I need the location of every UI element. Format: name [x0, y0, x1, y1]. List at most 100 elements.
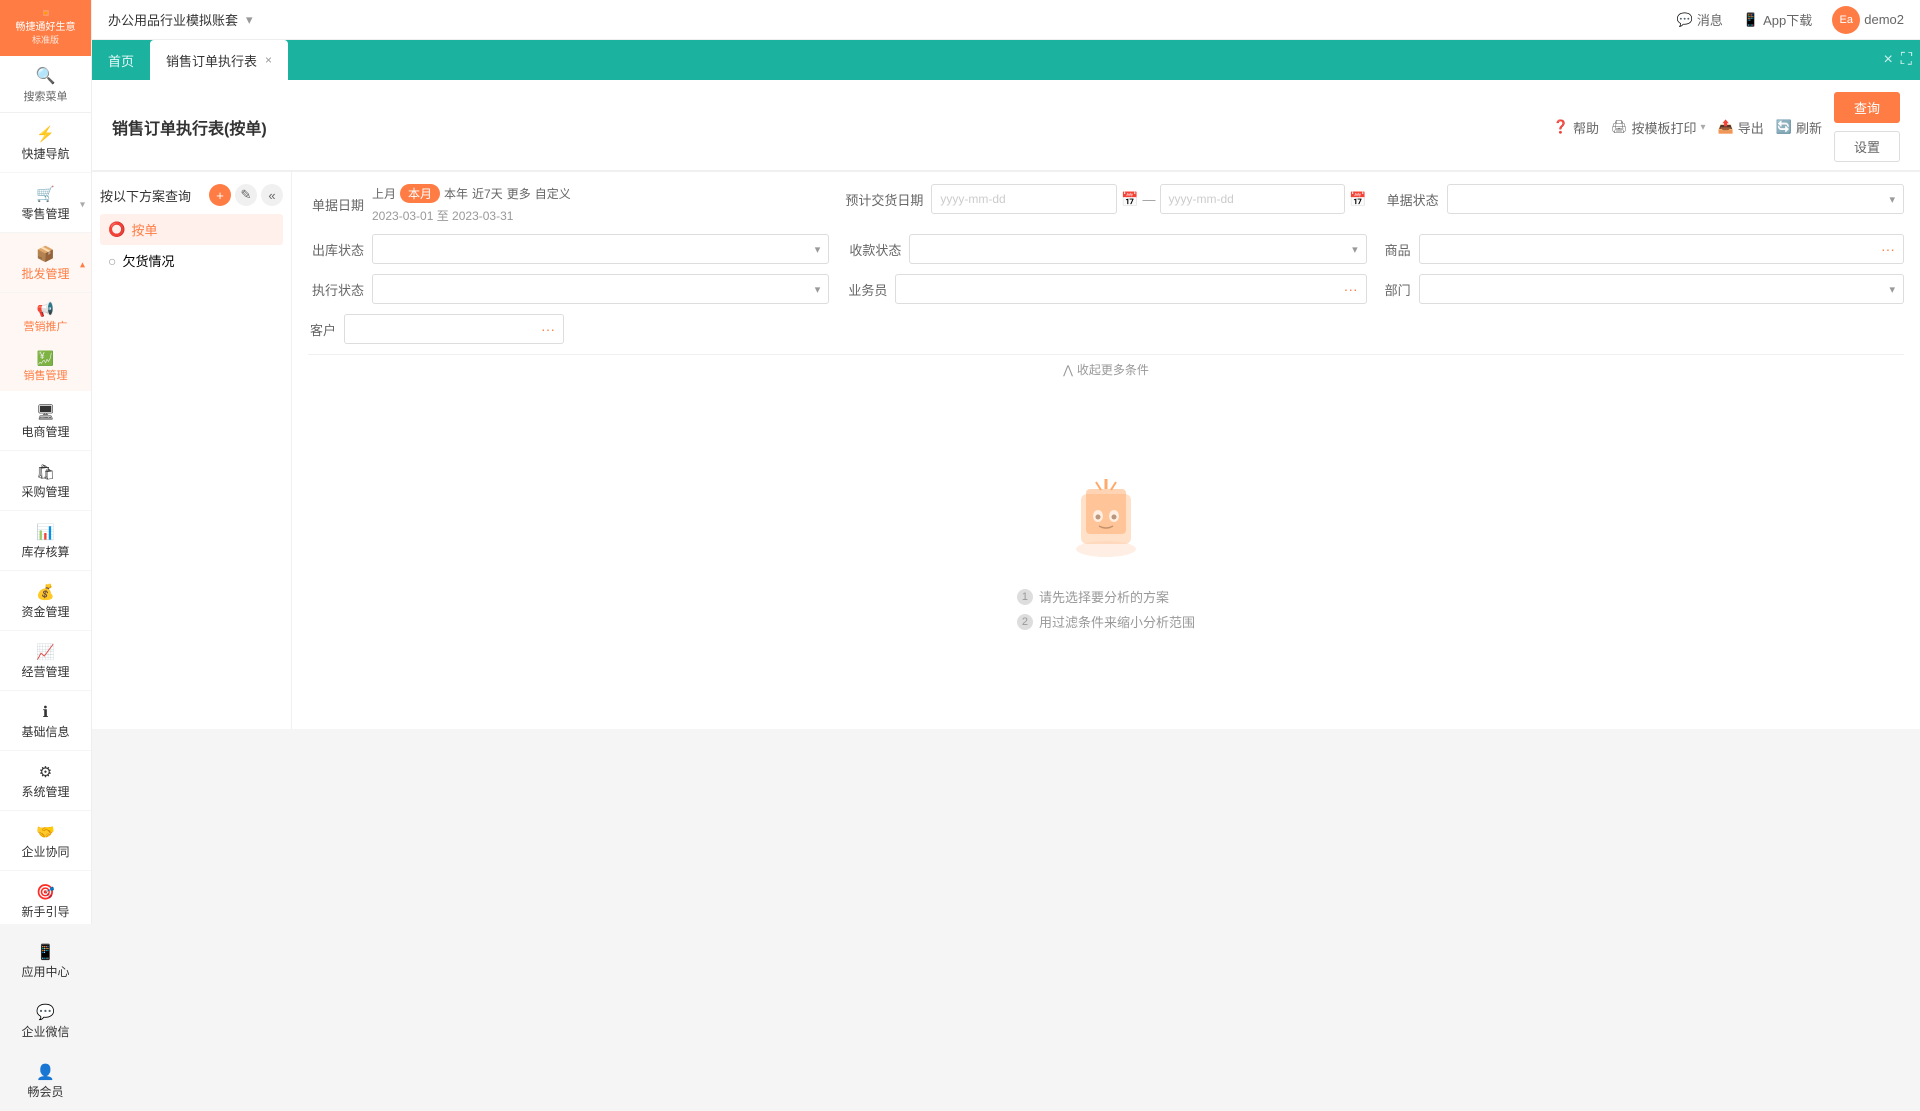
sidebar-item-member[interactable]: 👤 畅会员: [0, 1051, 91, 1111]
left-panel-item-by-order[interactable]: ⭕ 按单: [100, 214, 283, 245]
goods-input[interactable]: ···: [1419, 234, 1904, 264]
sidebar-item-finance[interactable]: 💰 资金管理: [0, 571, 91, 631]
query-button[interactable]: 查询: [1834, 92, 1900, 123]
expected-delivery-start-placeholder: yyyy-mm-dd: [940, 192, 1005, 206]
date-quick-7days[interactable]: 近7天: [472, 185, 503, 202]
empty-svg: [1056, 464, 1156, 564]
dept-select[interactable]: ▾: [1419, 274, 1904, 304]
customer-label: 客户: [308, 320, 336, 339]
corp-wx-icon: 💬: [36, 1003, 55, 1021]
refresh-button[interactable]: 🔄 刷新: [1776, 118, 1822, 137]
sidebar-item-inventory[interactable]: 📊 库存核算: [0, 511, 91, 571]
expected-delivery-end-input[interactable]: yyyy-mm-dd: [1160, 184, 1346, 214]
sidebar-item-system[interactable]: ⚙ 系统管理: [0, 751, 91, 811]
left-panel-collapse-btn[interactable]: «: [261, 184, 283, 206]
date-quick-more[interactable]: 更多: [507, 185, 531, 202]
left-panel-item-backorder[interactable]: ○ 欠货情况: [100, 245, 283, 276]
export-button[interactable]: 📤 导出: [1718, 118, 1764, 137]
doc-date-label: 单据日期: [308, 195, 364, 214]
export-icon: 📤: [1718, 119, 1734, 135]
system-icon: ⚙: [39, 763, 52, 781]
user-name: demo2: [1864, 12, 1904, 27]
sidebar-item-search[interactable]: 🔍 搜索菜单: [0, 56, 91, 113]
help-label: 帮助: [1573, 118, 1599, 137]
date-quick-this-month[interactable]: 本月: [400, 184, 440, 203]
topbar: 办公用品行业模拟账套 ▾ 💬 消息 📱 App下载 Ea demo2: [92, 0, 1920, 40]
window-close-btn[interactable]: ×: [1883, 51, 1892, 69]
sidebar-system-label: 系统管理: [21, 783, 69, 800]
expected-delivery-end-placeholder: yyyy-mm-dd: [1169, 192, 1234, 206]
receipt-status-select[interactable]: ▾: [909, 234, 1366, 264]
message-label: 消息: [1697, 10, 1723, 29]
finance-icon: 💰: [36, 583, 55, 601]
sidebar-wholesale-label: 批发管理: [21, 265, 69, 282]
sidebar-ecom-label: 电商管理: [21, 423, 69, 440]
salesperson-dots-icon[interactable]: ···: [1344, 281, 1358, 297]
salesperson-label: 业务员: [845, 280, 887, 299]
delivery-status-arrow-icon: ▾: [815, 243, 821, 256]
customer-field: 客户 ···: [308, 314, 564, 344]
goods-field: 商品 ···: [1383, 234, 1904, 264]
doc-status-select[interactable]: ▾: [1447, 184, 1904, 214]
sidebar-item-retail[interactable]: 🛒 零售管理 ▾: [0, 173, 91, 233]
collapse-more-btn[interactable]: ⋀ 收起更多条件: [1063, 361, 1149, 378]
receipt-status-field: 收款状态 ▾: [845, 234, 1366, 264]
customer-input[interactable]: ···: [344, 314, 564, 344]
date-calendar-end-icon[interactable]: 📅: [1349, 191, 1366, 208]
sidebar-item-newbie[interactable]: 🎯 新手引导: [0, 871, 91, 931]
sidebar-item-corp-wx[interactable]: 💬 企业微信: [0, 991, 91, 1051]
main-body: 按以下方案查询 + ✎ «: [92, 171, 1920, 729]
sales-icon: 💹: [37, 350, 54, 367]
breadcrumb-arrow-icon[interactable]: ▾: [246, 12, 253, 28]
date-quick-prev-month[interactable]: 上月: [372, 185, 396, 202]
sidebar-item-ecom[interactable]: 🖥 电商管理: [0, 391, 91, 451]
topbar-message-btn[interactable]: 💬 消息: [1677, 10, 1723, 29]
goods-dots-icon[interactable]: ···: [1881, 241, 1895, 257]
add-icon: +: [216, 188, 224, 203]
customer-dots-icon[interactable]: ···: [541, 321, 555, 337]
setting-button[interactable]: 设置: [1834, 131, 1900, 162]
empty-tip-2: 2 用过滤条件来缩小分析范围: [1017, 612, 1195, 631]
empty-illustration: [1056, 464, 1156, 567]
expected-delivery-inputs: yyyy-mm-dd 📅 — yyyy-mm-dd 📅: [931, 184, 1366, 214]
sidebar-item-wholesale[interactable]: 📦 批发管理 ▴: [0, 233, 91, 293]
sidebar-item-app-center[interactable]: 📱 应用中心: [0, 931, 91, 991]
sidebar-member-label: 畅会员: [27, 1083, 63, 1100]
corp-collab-icon: 🤝: [36, 823, 55, 841]
sidebar-item-quick-nav[interactable]: ⚡ 快捷导航: [0, 113, 91, 173]
salesperson-input[interactable]: ···: [895, 274, 1366, 304]
left-panel-edit-btn[interactable]: ✎: [235, 184, 257, 206]
sidebar-inventory-label: 库存核算: [21, 543, 69, 560]
left-panel-add-btn[interactable]: +: [209, 184, 231, 206]
date-quick-this-year[interactable]: 本年: [444, 185, 468, 202]
delivery-status-select[interactable]: ▾: [372, 234, 829, 264]
sidebar-item-corp-collab[interactable]: 🤝 企业协同: [0, 811, 91, 871]
date-calendar-start-icon[interactable]: 📅: [1121, 191, 1138, 208]
tab-home[interactable]: 首页: [92, 40, 150, 80]
sidebar-item-purchase[interactable]: 🛍 采购管理: [0, 451, 91, 511]
topbar-app-download-btn[interactable]: 📱 App下载: [1743, 10, 1812, 29]
inventory-icon: 📊: [36, 523, 55, 541]
print-button[interactable]: 🖨 按模板打印 ▾: [1611, 118, 1706, 137]
delivery-status-field: 出库状态 ▾: [308, 234, 829, 264]
sidebar-item-business[interactable]: 📈 经营管理: [0, 631, 91, 691]
sidebar-item-sales[interactable]: 💹 销售管理: [0, 342, 91, 391]
window-maximize-btn[interactable]: ⛶: [1901, 51, 1912, 69]
topbar-user-area[interactable]: Ea demo2: [1832, 6, 1904, 34]
tab-close-icon[interactable]: ×: [265, 53, 272, 67]
sidebar-corp-collab-label: 企业协同: [21, 843, 69, 860]
marketing-icon: 📢: [37, 301, 54, 318]
print-icon: 🖨: [1611, 119, 1628, 135]
expected-delivery-start-input[interactable]: yyyy-mm-dd: [931, 184, 1117, 214]
delivery-status-label: 出库状态: [308, 240, 364, 259]
doc-date-field: 单据日期 上月 本月 本年 近7天 更多 自定义 20: [308, 184, 829, 224]
date-quick-custom[interactable]: 自定义: [535, 185, 571, 202]
help-button[interactable]: ❓ 帮助: [1553, 118, 1599, 137]
exec-status-select[interactable]: ▾: [372, 274, 829, 304]
tab-active[interactable]: 销售订单执行表 ×: [150, 40, 288, 80]
sidebar-item-basic[interactable]: ℹ 基础信息: [0, 691, 91, 751]
empty-state: 1 请先选择要分析的方案 2 用过滤条件来缩小分析范围: [308, 384, 1904, 717]
avatar-text: Ea: [1840, 14, 1853, 26]
topbar-right-area: 💬 消息 📱 App下载 Ea demo2: [1677, 6, 1904, 34]
sidebar-item-marketing[interactable]: 📢 营销推广: [0, 293, 91, 342]
